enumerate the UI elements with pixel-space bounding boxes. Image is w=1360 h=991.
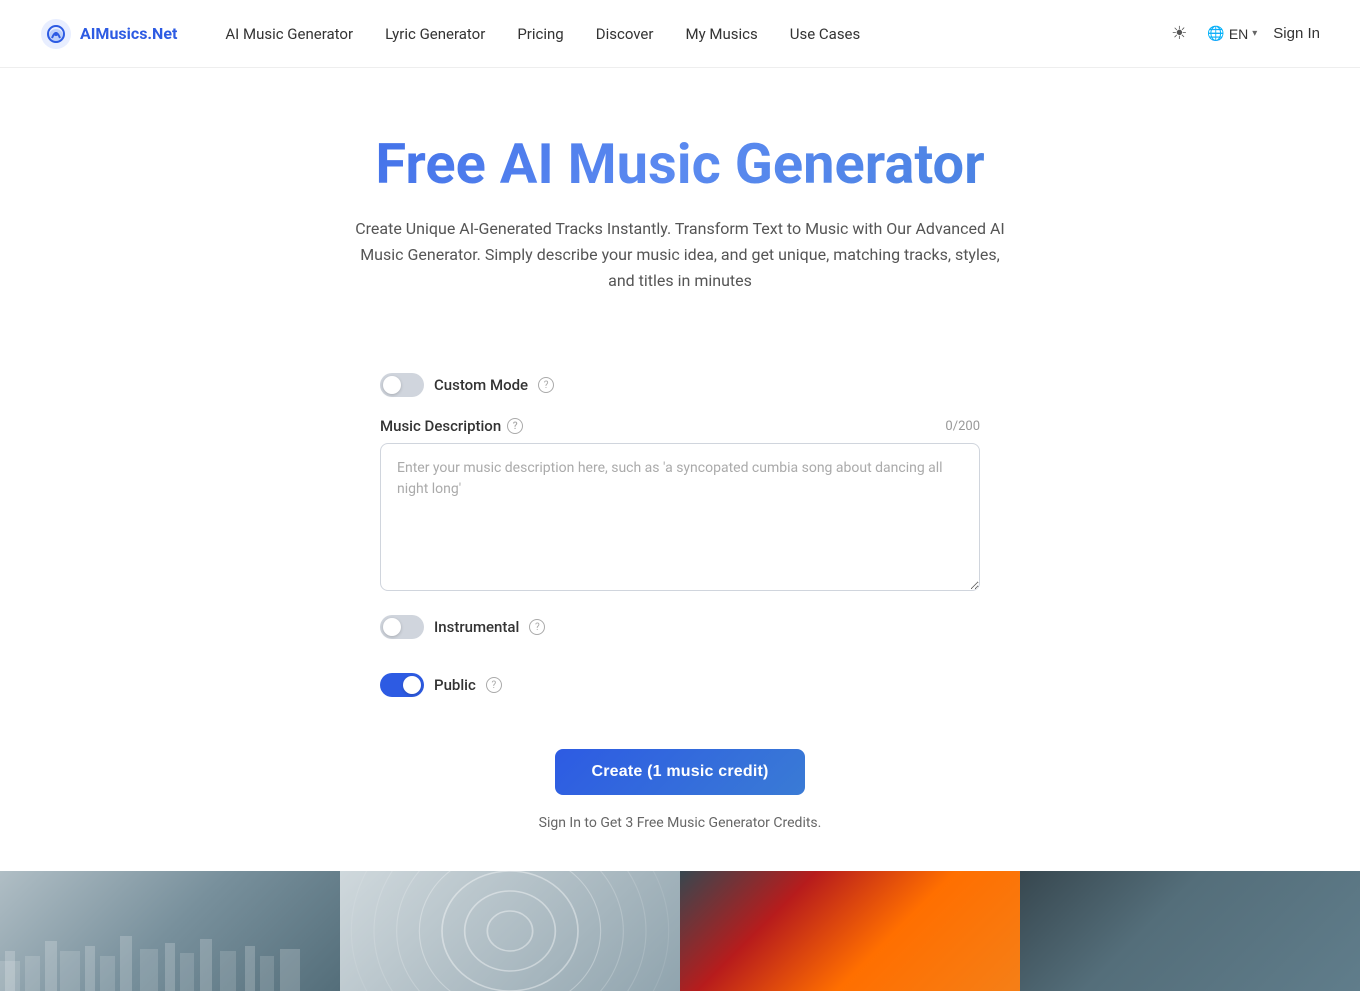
logo-icon <box>40 18 72 50</box>
music-description-textarea[interactable] <box>380 443 980 591</box>
public-help-icon[interactable]: ? <box>486 677 502 693</box>
image-grid <box>0 871 1360 991</box>
question-icon-2: ? <box>513 421 518 432</box>
instrumental-toggle[interactable] <box>380 615 424 639</box>
city-silhouette-1 <box>0 931 300 991</box>
music-description-help-icon[interactable]: ? <box>507 418 523 434</box>
char-count: 0/200 <box>945 419 980 434</box>
music-description-label: Music Description <box>380 417 501 435</box>
language-selector[interactable]: 🌐 EN ▾ <box>1207 25 1257 42</box>
custom-mode-row: Custom Mode ? <box>380 373 980 397</box>
custom-mode-label: Custom Mode <box>434 376 528 394</box>
image-tile-4 <box>1020 871 1360 991</box>
nav-discover[interactable]: Discover <box>596 21 654 47</box>
public-label: Public <box>434 676 476 694</box>
question-icon-4: ? <box>491 680 496 691</box>
hero-title: Free AI Music Generator <box>40 132 1320 196</box>
options-group: Instrumental ? Public ? <box>380 615 980 717</box>
sign-in-button[interactable]: Sign In <box>1273 25 1320 42</box>
logo-text: AIMusics.Net <box>80 24 177 43</box>
question-icon: ? <box>544 380 549 391</box>
instrumental-label: Instrumental <box>434 618 519 636</box>
nav-right: ☀ 🌐 EN ▾ Sign In <box>1167 19 1320 48</box>
create-button[interactable]: Create (1 music credit) <box>555 749 804 795</box>
custom-mode-help-icon[interactable]: ? <box>538 377 554 393</box>
image-tile-3 <box>680 871 1020 991</box>
language-icon: 🌐 <box>1207 25 1224 42</box>
image-tile-1 <box>0 871 340 991</box>
sun-icon: ☀ <box>1171 23 1187 43</box>
instrumental-row: Instrumental ? <box>380 615 980 639</box>
nav-my-musics[interactable]: My Musics <box>685 21 757 47</box>
nav-pricing[interactable]: Pricing <box>517 21 563 47</box>
navbar: AIMusics.Net AI Music Generator Lyric Ge… <box>0 0 1360 68</box>
nav-links: AI Music Generator Lyric Generator Prici… <box>225 21 1167 47</box>
public-toggle[interactable] <box>380 673 424 697</box>
question-icon-3: ? <box>535 622 540 633</box>
theme-toggle-button[interactable]: ☀ <box>1167 19 1191 48</box>
public-row: Public ? <box>380 673 980 697</box>
hero-subtitle: Create Unique AI-Generated Tracks Instan… <box>350 216 1010 293</box>
nav-use-cases[interactable]: Use Cases <box>790 21 861 47</box>
language-label: EN <box>1229 26 1248 42</box>
site-logo[interactable]: AIMusics.Net <box>40 18 177 50</box>
chevron-down-icon: ▾ <box>1252 28 1257 39</box>
wave-graphic <box>340 871 680 991</box>
image-tile-2 <box>340 871 680 991</box>
instrumental-help-icon[interactable]: ? <box>529 619 545 635</box>
nav-ai-music-generator[interactable]: AI Music Generator <box>225 21 353 47</box>
music-description-field: Music Description ? 0/200 <box>380 417 980 595</box>
field-header: Music Description ? 0/200 <box>380 417 980 435</box>
nav-lyric-generator[interactable]: Lyric Generator <box>385 21 485 47</box>
signin-note: Sign In to Get 3 Free Music Generator Cr… <box>380 815 980 831</box>
field-label: Music Description ? <box>380 417 523 435</box>
music-generator-form: Custom Mode ? Music Description ? 0/200 … <box>360 373 1000 831</box>
hero-section: Free AI Music Generator Create Unique AI… <box>0 68 1360 373</box>
custom-mode-toggle[interactable] <box>380 373 424 397</box>
